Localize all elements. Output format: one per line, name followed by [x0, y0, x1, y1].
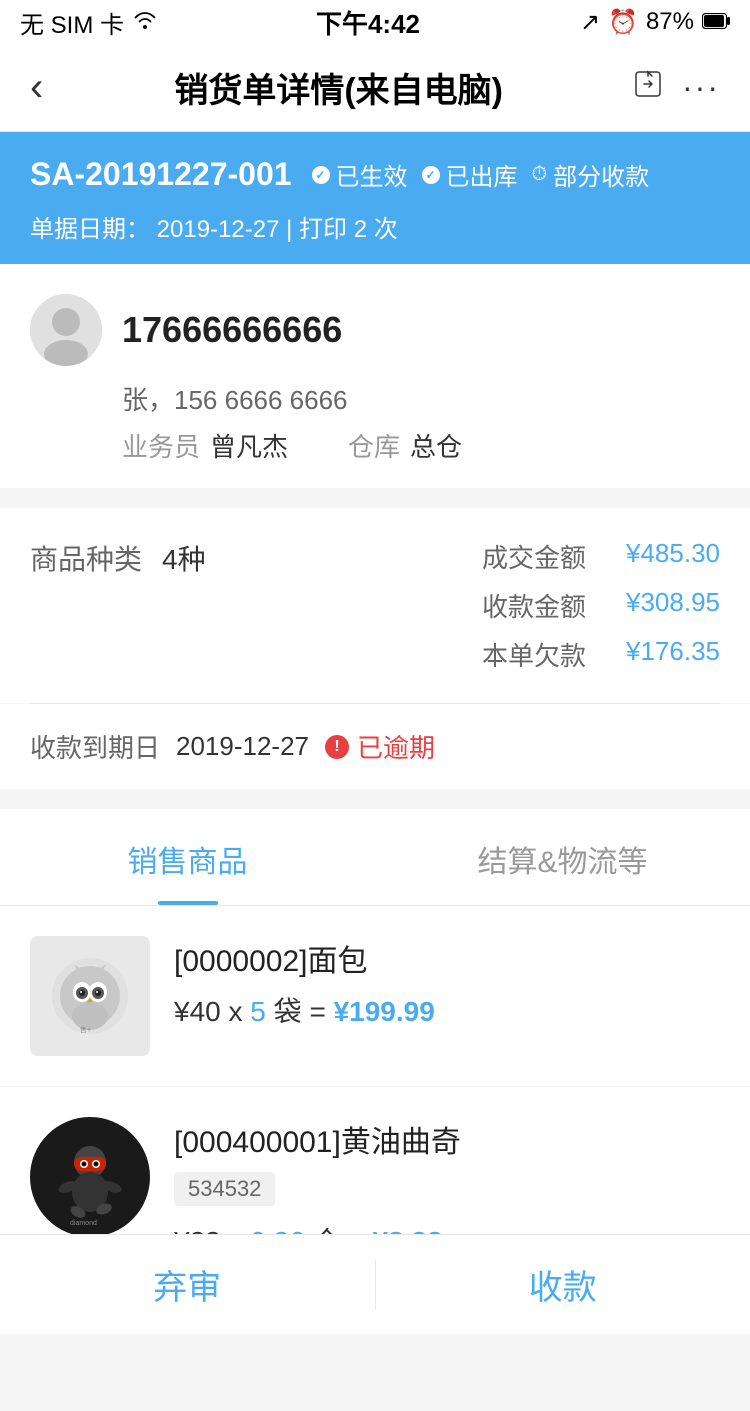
receipt-amount-row: 收款金额 ¥308.95	[482, 587, 720, 624]
check-icon-shipped	[422, 166, 440, 184]
warehouse-item: 仓库 总仓	[348, 427, 462, 464]
nav-left[interactable]: ‹	[30, 65, 43, 110]
cancel-button[interactable]: 弃审	[0, 1240, 375, 1329]
customer-name-phone: 张，156 6666 6666	[30, 380, 720, 417]
status-badges: 已生效 已出库 ⏱ 部分收款	[312, 157, 650, 192]
order-date-info: 单据日期： 2019-12-27 | 打印 2 次	[30, 209, 720, 244]
deal-label: 成交金额	[482, 538, 586, 575]
sim-label: 无 SIM 卡	[20, 5, 124, 40]
status-partial-payment: ⏱ 部分收款	[532, 157, 650, 192]
debt-label: 本单欠款	[482, 636, 586, 673]
alarm-icon: ⏰	[608, 8, 638, 37]
svg-text:售+: 售+	[80, 1025, 91, 1034]
salesperson-label: 业务员	[122, 427, 200, 464]
tabs-section: 销售商品 结算&物流等	[0, 809, 750, 906]
product-thumbnail-2: diamond	[30, 1117, 150, 1237]
more-button[interactable]: ···	[682, 69, 720, 106]
salesperson-value: 曾凡杰	[210, 427, 288, 464]
wifi-icon	[134, 8, 156, 36]
status-shipped: 已出库	[422, 157, 518, 192]
type-count: 4种	[162, 538, 206, 578]
summary-amounts: 成交金额 ¥485.30 收款金额 ¥308.95 本单欠款 ¥176.35	[482, 538, 720, 673]
battery-icon	[702, 8, 730, 36]
header-banner: SA-20191227-001 已生效 已出库 ⏱ 部分收款 单据日期： 201…	[0, 132, 750, 264]
summary-type: 商品种类 4种	[30, 538, 206, 578]
overdue-icon: !	[325, 735, 349, 759]
tab-sales-products[interactable]: 销售商品	[0, 809, 375, 905]
status-bar: 无 SIM 卡 下午4:42 ↗ ⏰ 87%	[0, 0, 750, 44]
product-name-2: [000400001]黄油曲奇	[174, 1117, 720, 1161]
check-icon-activated	[312, 166, 330, 184]
receipt-amount: ¥308.95	[626, 587, 720, 624]
tabs-header: 销售商品 结算&物流等	[0, 809, 750, 906]
product-sku-2: 534532	[174, 1172, 275, 1206]
overdue-text: 已逾期	[357, 728, 435, 765]
status-time: 下午4:42	[316, 4, 420, 41]
debt-amount-row: 本单欠款 ¥176.35	[482, 636, 720, 673]
divider-1	[0, 488, 750, 508]
status-activated: 已生效	[312, 157, 408, 192]
debt-amount: ¥176.35	[626, 636, 720, 673]
nav-bar: ‹ 销货单详情(来自电脑) ···	[0, 44, 750, 132]
nav-right[interactable]: ···	[634, 69, 720, 106]
product-info-1: [0000002]面包 ¥40 x 5 袋 = ¥199.99	[174, 936, 720, 1030]
product-qty-1: 5	[250, 996, 266, 1027]
receipt-label: 收款金额	[482, 587, 586, 624]
product-name-1: [0000002]面包	[174, 936, 720, 980]
due-label: 收款到期日	[30, 728, 160, 765]
order-id: SA-20191227-001	[30, 156, 292, 193]
status-right: ↗ ⏰ 87%	[580, 8, 730, 37]
type-label: 商品种类	[30, 538, 142, 578]
due-date-value: 2019-12-27	[176, 731, 309, 762]
product-thumbnail-1: 售+	[30, 936, 150, 1056]
clock-icon: ⏱	[532, 163, 548, 186]
svg-text:diamond: diamond	[70, 1220, 97, 1227]
customer-meta: 业务员 曾凡杰 仓库 总仓	[30, 427, 720, 464]
back-button[interactable]: ‹	[30, 65, 43, 110]
salesperson-item: 业务员 曾凡杰	[122, 427, 288, 464]
confirm-button[interactable]: 收款	[376, 1240, 750, 1329]
battery-label: 87%	[646, 8, 694, 36]
list-item: 售+ [0000002]面包 ¥40 x 5 袋 = ¥199.99	[0, 906, 750, 1087]
product-total-1: ¥199.99	[334, 996, 435, 1027]
tab-settlement[interactable]: 结算&物流等	[375, 809, 750, 905]
warehouse-label: 仓库	[348, 427, 400, 464]
deal-amount: ¥485.30	[626, 538, 720, 575]
customer-phone: 17666666666	[122, 309, 342, 351]
overdue-badge: ! 已逾期	[325, 728, 435, 765]
warehouse-value: 总仓	[410, 427, 462, 464]
page-title: 销货单详情(来自电脑)	[174, 63, 503, 112]
share-button[interactable]	[634, 70, 662, 105]
order-date: 2019-12-27	[157, 216, 280, 243]
due-section: 收款到期日 2019-12-27 ! 已逾期	[0, 704, 750, 789]
customer-section: 17666666666 张，156 6666 6666 业务员 曾凡杰 仓库 总…	[0, 264, 750, 488]
location-icon: ↗	[580, 8, 600, 37]
bottom-bar: 弃审 收款	[0, 1234, 750, 1334]
status-left: 无 SIM 卡	[20, 5, 156, 40]
deal-amount-row: 成交金额 ¥485.30	[482, 538, 720, 575]
product-price-1: ¥40 x 5 袋 = ¥199.99	[174, 990, 720, 1030]
avatar	[30, 294, 102, 366]
summary-section: 商品种类 4种 成交金额 ¥485.30 收款金额 ¥308.95 本单欠款 ¥…	[0, 508, 750, 703]
